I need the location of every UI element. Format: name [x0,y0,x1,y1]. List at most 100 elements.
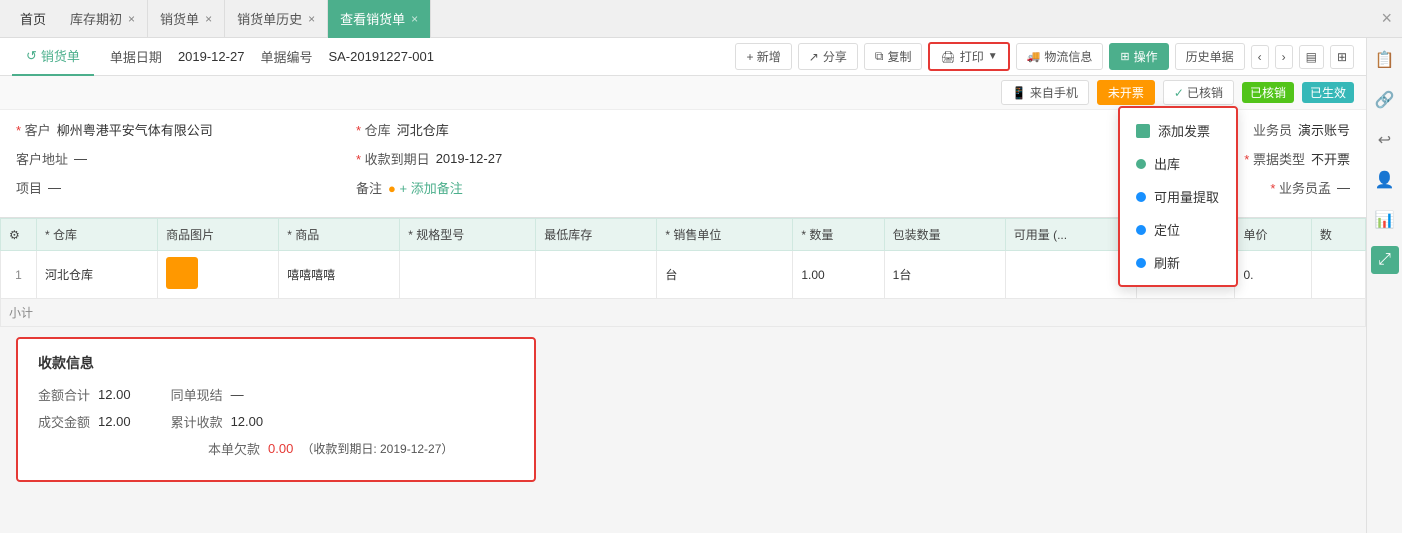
project-value: — [48,180,61,195]
dot-locate-icon [1136,225,1146,235]
subtotal-label: 小计 [1,299,1366,327]
new-button[interactable]: + 新增 [735,43,791,70]
sales-emp-value: — [1337,180,1350,195]
amount-label: 金额合计 [38,385,90,404]
tab-home[interactable]: 首页 [8,0,58,38]
effective-badge: 已生效 [1302,82,1354,103]
col-settings[interactable]: ⚙ [1,219,37,251]
next-button[interactable]: › [1275,45,1293,69]
due-date-label: 收款到期日 [356,149,430,168]
address-value: — [74,151,87,166]
layout2-button[interactable]: ⊞ [1330,45,1354,69]
copy-button[interactable]: ⧉ 复制 [864,43,923,70]
window-close-button[interactable]: × [1381,8,1392,29]
app-container: 首页 库存期初 × 销货单 × 销货单历史 × 查看销货单 × × ↺ 销货单 [0,0,1402,533]
not-open-button[interactable]: 未开票 [1097,80,1155,105]
tab-close-sales-history[interactable]: × [308,12,315,26]
gear-icon: ⚙ [9,228,20,242]
row-product: 嘻嘻嘻嘻 [279,251,400,299]
row-price: 0. [1235,251,1311,299]
warehouse-label: 仓库 [356,120,391,139]
address-label: 客户地址 [16,149,68,168]
layout1-button[interactable]: ▤ [1299,45,1324,69]
side-icon-expand[interactable]: ⤢ [1371,246,1399,274]
arrears-label: 本单欠款 [208,439,260,458]
tab-close-view-sales[interactable]: × [411,12,418,26]
amount-value: 12.00 [98,387,131,402]
row-img [158,251,279,299]
same-order-value: — [231,387,244,402]
row-sales-unit: 台 [657,251,793,299]
side-icon-3[interactable]: ↩ [1371,126,1399,154]
col-pack-qty: 包装数量 [884,219,1005,251]
dropdown-outbound[interactable]: 出库 [1120,147,1236,180]
accumulated-label: 累计收款 [171,412,223,431]
date-value: 2019-12-27 [178,49,245,64]
row-warehouse: 河北仓库 [37,251,158,299]
side-icon-1[interactable]: 📋 [1371,46,1399,74]
side-icon-5[interactable]: 📊 [1371,206,1399,234]
warehouse-value: 河北仓库 [397,120,449,139]
ticket-type-value: 不开票 [1311,149,1350,168]
accumulated-value: 12.00 [231,414,264,429]
dropdown-available-qty[interactable]: 可用量提取 [1120,180,1236,213]
same-order-label: 同单现结 [171,385,223,404]
customer-value: 柳州粤港平安气体有限公司 [57,120,213,139]
col-price: 单价 [1235,219,1311,251]
dot-refresh-icon [1136,258,1146,268]
side-icon-2[interactable]: 🔗 [1371,86,1399,114]
col-available: 可用量 (... [1005,219,1136,251]
row-pack-qty: 1台 [884,251,1005,299]
action-bar: 📱 来自手机 未开票 ✓ 已核销 已核销 已生效 [0,76,1366,110]
row-num: 1 [1,251,37,299]
print-icon: 🖨 [940,50,955,64]
operation-button[interactable]: ⊞ 操作 [1109,43,1168,70]
inner-tab-bar: ↺ 销货单 单据日期 2019-12-27 单据编号 SA-20191227-0… [0,38,1366,76]
operation-icon: ⊞ [1120,50,1129,63]
tab-bar: 首页 库存期初 × 销货单 × 销货单历史 × 查看销货单 × × [0,0,1402,38]
operation-dropdown: 添加发票 出库 可用量提取 定位 刷新 [1118,106,1238,287]
col-quantity: * 数量 [793,219,884,251]
tab-close-sales[interactable]: × [205,12,212,26]
dropdown-locate[interactable]: 定位 [1120,213,1236,246]
no-value: SA-20191227-001 [328,49,434,64]
side-icon-4[interactable]: 👤 [1371,166,1399,194]
tab-view-sales[interactable]: 查看销货单 × [328,0,431,38]
refresh-icon: ↺ [26,48,37,64]
inner-tab-sales-order[interactable]: ↺ 销货单 [12,38,94,76]
tab-close-inventory[interactable]: × [128,12,135,26]
logistics-button[interactable]: 🚚 物流信息 [1016,43,1104,70]
subtotal-row: 小计 [1,299,1366,327]
col-sales-unit: * 销售单位 [657,219,793,251]
arrears-value: 0.00 [268,441,293,456]
product-image [166,257,198,289]
employee-label: 业务员 [1253,120,1292,139]
print-button[interactable]: 🖨 打印 ▼ [928,42,1009,71]
plus-icon: ● [388,181,396,196]
tab-inventory[interactable]: 库存期初 × [58,0,148,38]
confirmed-badge: 已核销 [1242,82,1294,103]
from-phone-button[interactable]: 📱 来自手机 [1001,80,1089,105]
note-label: 备注 [356,178,382,197]
payment-info-box: 收款信息 金额合计 12.00 同单现结 — 成交金额 12.00 累计收款 [16,337,536,482]
deal-amount-label: 成交金额 [38,412,90,431]
tab-sales-history[interactable]: 销货单历史 × [225,0,328,38]
right-panel: 📋 🔗 ↩ 👤 📊 ⤢ [1366,38,1402,533]
dropdown-add-invoice[interactable]: 添加发票 [1120,114,1236,147]
history-button[interactable]: 历史单据 [1175,43,1245,70]
sales-emp-label: 业务员孟 [1270,178,1331,197]
dot-outbound-icon [1136,159,1146,169]
col-img: 商品图片 [158,219,279,251]
confirm-button[interactable]: ✓ 已核销 [1163,80,1234,105]
ticket-type-label: 票据类型 [1244,149,1305,168]
checkbox-add-invoice-icon [1136,124,1150,138]
phone-icon: 📱 [1012,86,1027,100]
dropdown-refresh[interactable]: 刷新 [1120,246,1236,279]
deal-amount-value: 12.00 [98,414,131,429]
tab-sales[interactable]: 销货单 × [148,0,225,38]
add-note-button[interactable]: ● + 添加备注 [388,178,463,197]
prev-button[interactable]: ‹ [1251,45,1269,69]
row-quantity: 1.00 [793,251,884,299]
payment-title: 收款信息 [38,353,514,373]
share-button[interactable]: ↗ 分享 [798,43,858,70]
